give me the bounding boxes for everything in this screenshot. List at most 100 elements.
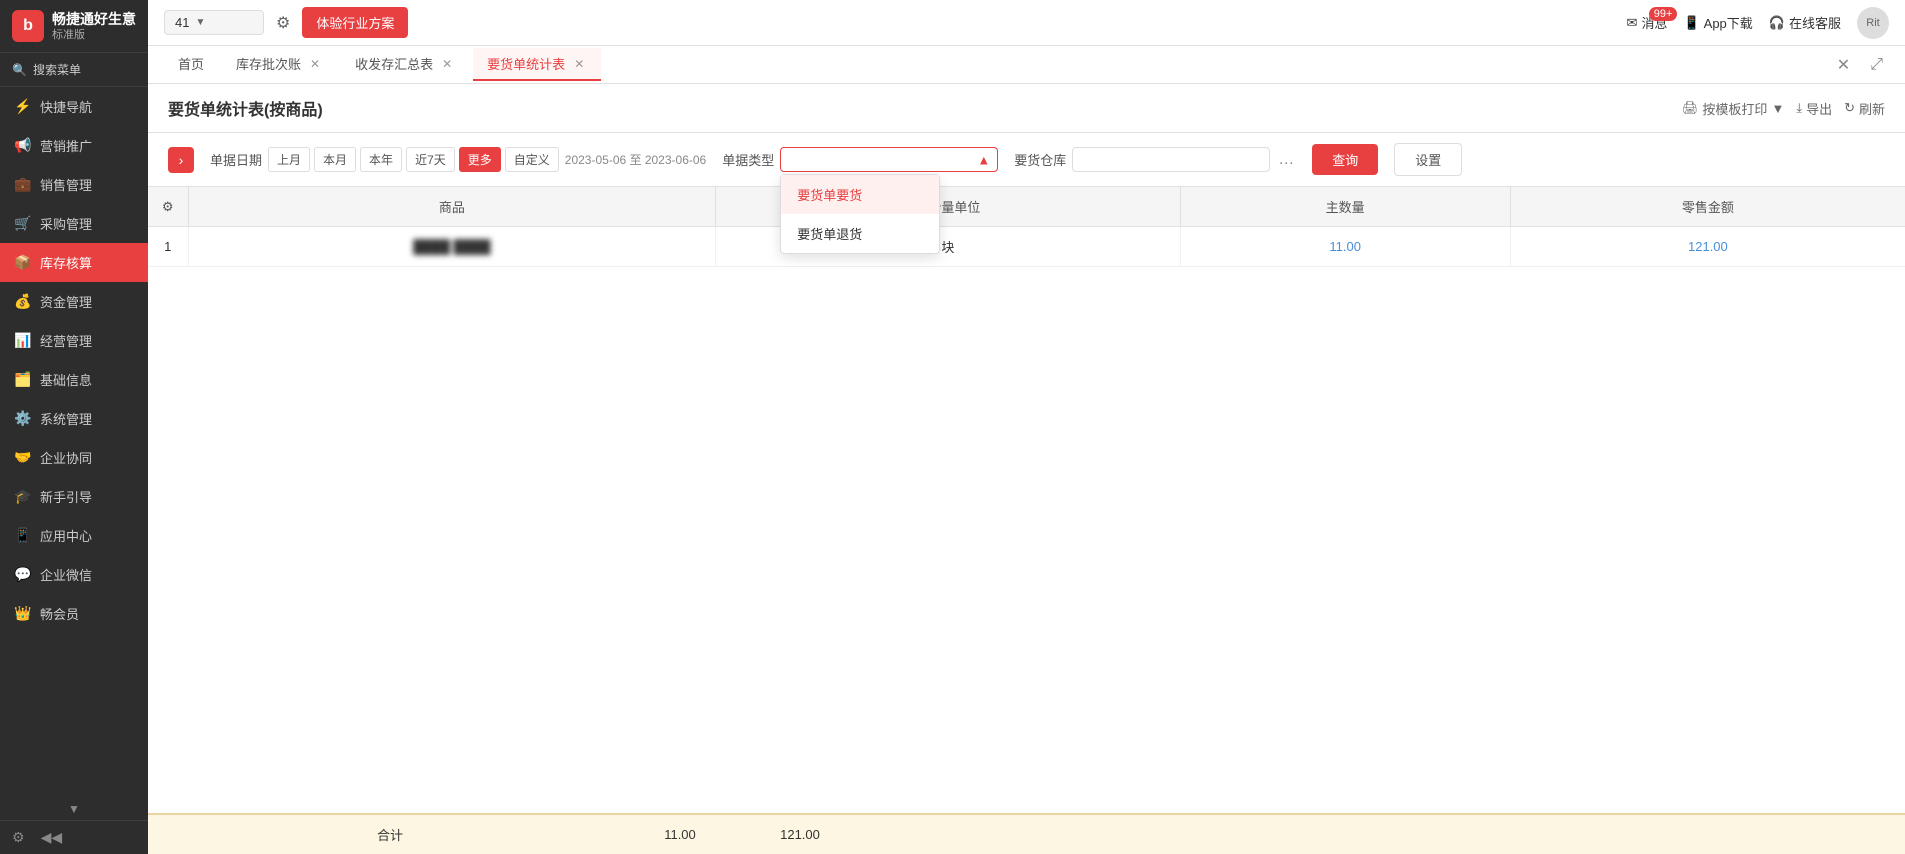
dropdown-item-return[interactable]: 要货单退货 xyxy=(781,214,939,253)
date-this-month[interactable]: 本月 xyxy=(314,147,356,172)
store-selector[interactable]: 41 ▼ xyxy=(164,10,264,35)
footer-quantity: 11.00 xyxy=(620,827,740,842)
tab-batch[interactable]: 库存批次账 ✕ xyxy=(222,48,337,81)
export-icon: ⤓ xyxy=(1796,100,1802,116)
sidebar-item-system[interactable]: ⚙️系统管理 xyxy=(0,399,148,438)
close-tab-button[interactable]: ✕ xyxy=(1831,53,1856,77)
date-custom[interactable]: 自定义 xyxy=(505,147,559,172)
page-title: 要货单统计表(按商品) xyxy=(168,96,323,132)
topbar-gear-icon[interactable]: ⚙ xyxy=(276,13,290,33)
filter-bar: › 单据日期 上月 本月 本年 近7天 更多 自定义 2023-05-06 至 … xyxy=(148,133,1905,187)
footer-amount: 121.00 xyxy=(740,827,860,842)
sidebar-logo: b 畅捷通好生意 标准版 xyxy=(0,0,148,53)
type-filter-label: 单据类型 xyxy=(722,150,774,169)
sidebar-item-purchase[interactable]: 🛒 采购管理 xyxy=(0,204,148,243)
sidebar-search[interactable]: 🔍 搜索菜单 xyxy=(0,53,148,87)
export-button[interactable]: ⤓ 导出 xyxy=(1796,99,1832,118)
type-filter-group: 单据类型 ▲ 要货单要货 要货单退货 xyxy=(722,147,998,172)
col-product: 商品 xyxy=(188,187,716,227)
app-icon: 📱 xyxy=(1683,15,1699,31)
filter-settings-button[interactable]: 设置 xyxy=(1394,143,1462,176)
cooperation-icon: 🤝 xyxy=(14,449,32,467)
settings-icon[interactable]: ⚙ xyxy=(12,829,25,846)
tab-label: 库存批次账 xyxy=(236,54,301,73)
sidebar-item-wechat[interactable]: 💬 企业微信 xyxy=(0,555,148,594)
topbar-right: ✉ 消息 99+ 📱 App下载 🎧 在线客服 Rit xyxy=(1627,7,1889,39)
nav-label: 经营管理 xyxy=(40,331,92,350)
footer-total-label: 合计 xyxy=(160,825,620,844)
nav-label: 畅会员 xyxy=(40,604,79,623)
app-name-text: 畅捷通好生意 标准版 xyxy=(52,10,136,42)
content-area: 要货单统计表(按商品) 🖨 按模板打印 ▼ ⤓ 导出 ↻ 刷新 › xyxy=(148,84,1905,854)
nav-label: 企业微信 xyxy=(40,565,92,584)
warehouse-input[interactable] xyxy=(1072,147,1270,172)
refresh-button[interactable]: ↻ 刷新 xyxy=(1844,99,1885,118)
data-table: ⚙ 商品 主计量单位 主数量 零售金额 1 ████ ████ 块 11.00 … xyxy=(148,187,1905,267)
member-icon: 👑 xyxy=(14,605,32,623)
app-logo-icon: b xyxy=(12,10,44,42)
cell-quantity[interactable]: 11.00 xyxy=(1180,227,1510,267)
nav-label: 采购管理 xyxy=(40,214,92,233)
app-download-button[interactable]: 📱 App下载 xyxy=(1683,13,1752,32)
messages-button[interactable]: ✉ 消息 99+ xyxy=(1627,13,1668,32)
sidebar-nav: ⚡快捷导航📢营销推广 💼 销售管理 🛒 采购管理 📦库存核算💰资金管理📊经营管理 🗂️ 基础信… xyxy=(0,87,148,798)
tab-summary[interactable]: 收发存汇总表✕ xyxy=(341,48,469,81)
cell-amount[interactable]: 121.00 xyxy=(1510,227,1905,267)
sidebar-item-basic[interactable]: 🗂️ 基础信息 xyxy=(0,360,148,399)
sales-icon: 💼 xyxy=(14,176,32,194)
page-header: 要货单统计表(按商品) 🖨 按模板打印 ▼ ⤓ 导出 ↻ 刷新 xyxy=(148,84,1905,133)
date-filter-label: 单据日期 xyxy=(210,150,262,169)
date-filter-group: 单据日期 上月 本月 本年 近7天 更多 自定义 2023-05-06 至 20… xyxy=(210,147,706,172)
print-button[interactable]: 🖨 按模板打印 ▼ xyxy=(1682,99,1784,118)
tab-label: 要货单统计表 xyxy=(487,54,565,73)
col-settings-icon[interactable]: ⚙ xyxy=(148,187,188,227)
filter-expand-button[interactable]: › xyxy=(168,147,194,173)
nav-label: 资金管理 xyxy=(40,292,92,311)
sidebar-item-member[interactable]: 👑 畅会员 xyxy=(0,594,148,633)
basic-icon: 🗂️ xyxy=(14,371,32,389)
warehouse-more-icon[interactable]: … xyxy=(1276,149,1296,171)
tab-close-order[interactable]: ✕ xyxy=(571,56,587,72)
tabs-bar: 首页库存批次账✕收发存汇总表✕要货单统计表✕ ✕ ⤢ xyxy=(148,46,1905,84)
tab-close-batch[interactable]: ✕ xyxy=(307,56,323,72)
guide-icon: 🎓 xyxy=(14,488,32,506)
tab-close-summary[interactable]: ✕ xyxy=(439,56,455,72)
sidebar-item-finance[interactable]: 💰资金管理 xyxy=(0,282,148,321)
tab-order[interactable]: 要货单统计表 ✕ xyxy=(473,48,601,81)
date-last-month[interactable]: 上月 xyxy=(268,147,310,172)
refresh-icon: ↻ xyxy=(1844,100,1855,116)
date-7days[interactable]: 近7天 xyxy=(406,147,455,172)
sidebar-scroll-down[interactable]: ▼ xyxy=(0,798,148,820)
sidebar-item-cooperation[interactable]: 🤝企业协同 xyxy=(0,438,148,477)
maximize-button[interactable]: ⤢ xyxy=(1864,54,1889,76)
sidebar-item-guide[interactable]: 🎓新手引导 xyxy=(0,477,148,516)
sidebar-item-shortcut[interactable]: ⚡快捷导航 xyxy=(0,87,148,126)
industry-button[interactable]: 体验行业方案 xyxy=(302,7,408,38)
tab-home[interactable]: 首页 xyxy=(164,48,218,81)
nav-label: 应用中心 xyxy=(40,526,92,545)
sidebar-item-marketing[interactable]: 📢营销推广 xyxy=(0,126,148,165)
warehouse-filter-group: 要货仓库 … xyxy=(1014,147,1296,172)
nav-label: 基础信息 xyxy=(40,370,92,389)
purchase-icon: 🛒 xyxy=(14,215,32,233)
nav-label: 销售管理 xyxy=(40,175,92,194)
sidebar-item-inventory[interactable]: 📦库存核算 xyxy=(0,243,148,282)
date-this-year[interactable]: 本年 xyxy=(360,147,402,172)
sidebar-item-apps[interactable]: 📱 应用中心 xyxy=(0,516,148,555)
cell-product: ████ ████ xyxy=(188,227,716,267)
type-select-input[interactable] xyxy=(780,147,998,172)
store-arrow-icon: ▼ xyxy=(195,17,205,28)
query-button[interactable]: 查询 xyxy=(1312,144,1378,175)
collapse-icon[interactable]: ◀◀ xyxy=(41,829,63,846)
sidebar-item-operations[interactable]: 📊经营管理 xyxy=(0,321,148,360)
user-avatar[interactable]: Rit xyxy=(1857,7,1889,39)
dropdown-item-purchase[interactable]: 要货单要货 xyxy=(781,175,939,214)
online-service-button[interactable]: 🎧 在线客服 xyxy=(1769,13,1841,32)
apps-icon: 📱 xyxy=(14,527,32,545)
date-more[interactable]: 更多 xyxy=(459,147,501,172)
nav-label: 营销推广 xyxy=(40,136,92,155)
date-range-display: 2023-05-06 至 2023-06-06 xyxy=(565,151,706,168)
wechat-icon: 💬 xyxy=(14,566,32,584)
cell-index: 1 xyxy=(148,227,188,267)
sidebar-item-sales[interactable]: 💼 销售管理 xyxy=(0,165,148,204)
